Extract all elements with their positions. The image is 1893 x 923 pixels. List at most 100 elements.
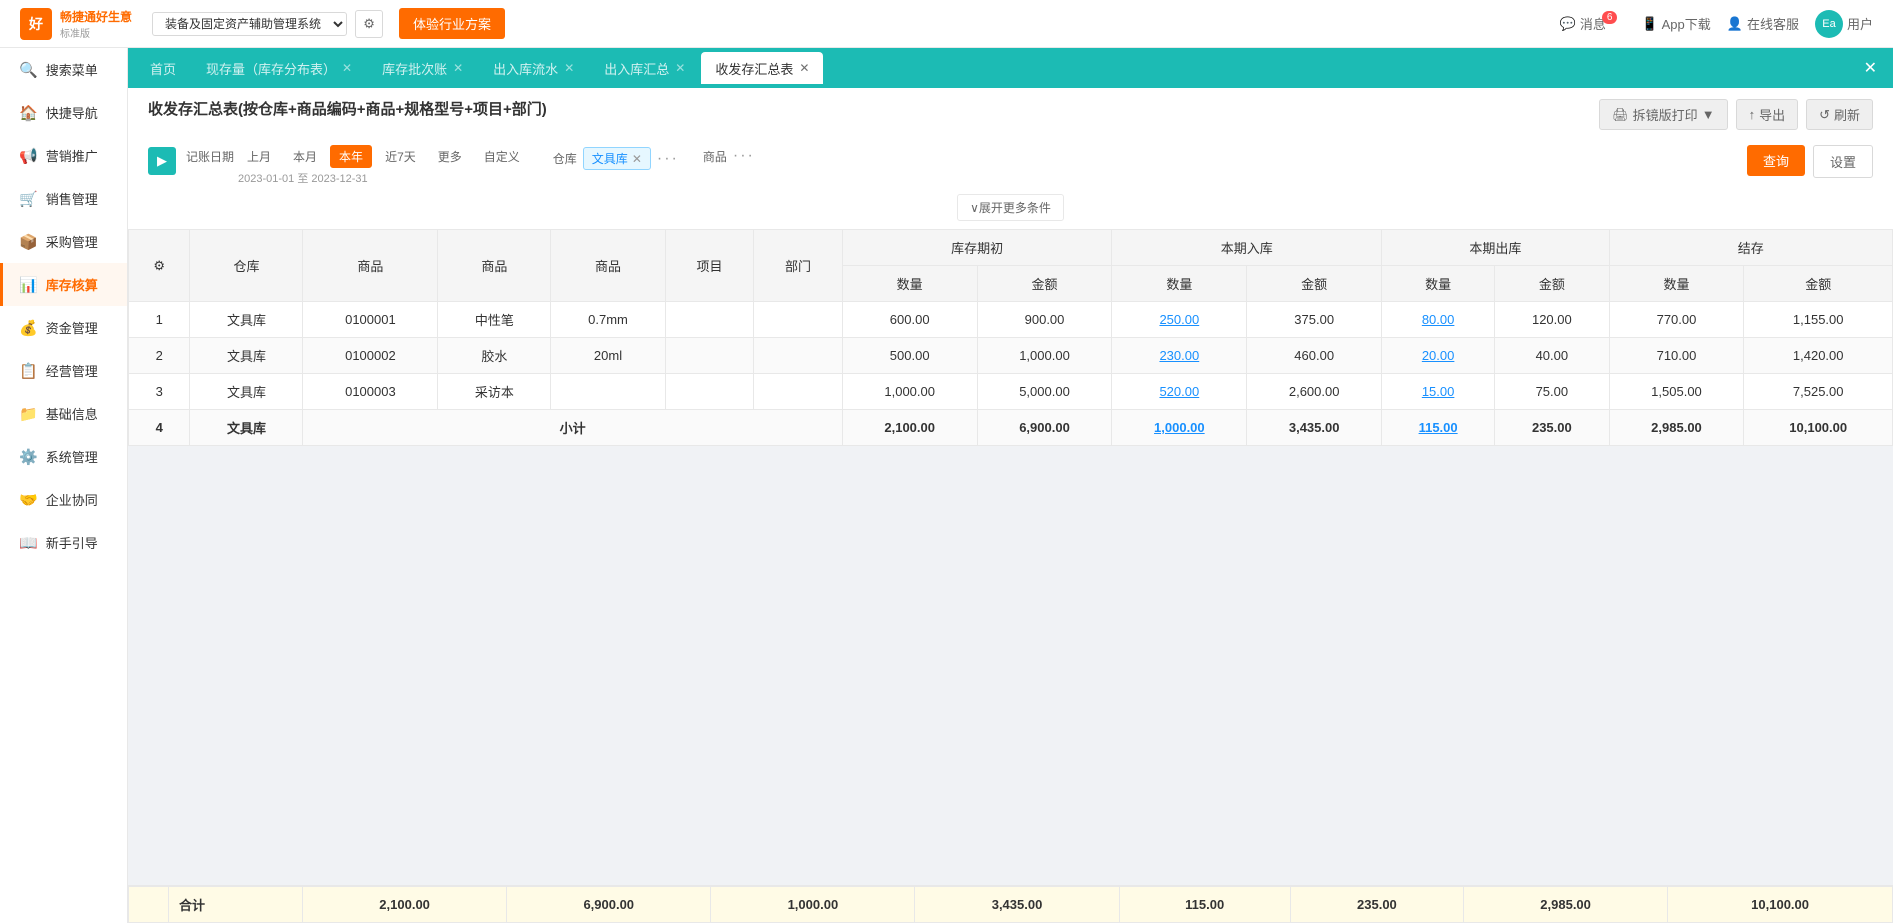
tab-close-1[interactable]: ✕	[342, 61, 352, 75]
date-btn-上月[interactable]: 上月	[238, 145, 280, 168]
online-service-action[interactable]: 👤 在线客服	[1727, 14, 1799, 33]
message-icon: 💬	[1560, 16, 1576, 32]
sidebar-label-system: 系统管理	[46, 447, 98, 466]
sidebar-item-system[interactable]: ⚙️系统管理	[0, 435, 127, 478]
sidebar-icon-marketing: 📢	[19, 147, 38, 165]
date-btn-近7天[interactable]: 近7天	[376, 145, 425, 168]
cell-opening-qty: 500.00	[842, 338, 977, 374]
cell-in-qty[interactable]: 250.00	[1112, 302, 1247, 338]
cell-in-qty[interactable]: 230.00	[1112, 338, 1247, 374]
sidebar-label-marketing: 营销推广	[46, 146, 98, 165]
sidebar-items-container: 🔍搜索菜单🏠快捷导航 📢 营销推广 🛒销售管理📦采购管理📊库存核算💰资金管理📋经营管理…	[0, 48, 127, 564]
subtotal-warehouse: 文具库	[190, 410, 303, 446]
user-avatar: Ea	[1815, 10, 1843, 38]
tab-close-2[interactable]: ✕	[453, 61, 463, 75]
refresh-button[interactable]: ↺ 刷新	[1806, 99, 1873, 130]
th-settings[interactable]: ⚙	[129, 230, 190, 302]
online-service-label: 在线客服	[1747, 14, 1799, 33]
cell-out-qty[interactable]: 20.00	[1382, 338, 1495, 374]
tab-close-5[interactable]: ✕	[799, 61, 809, 75]
subtotal-out-qty[interactable]: 115.00	[1382, 410, 1495, 446]
warehouse-more-dots[interactable]: ···	[657, 150, 679, 168]
expand-conditions-btn[interactable]: ∨ 展开更多条件	[957, 194, 1064, 221]
sidebar-label-purchase: 采购管理	[46, 232, 98, 251]
cell-opening-amt: 1,000.00	[977, 338, 1112, 374]
tab-close-3[interactable]: ✕	[564, 61, 574, 75]
header-right: 💬 消息 6 📱 App下载 👤 在线客服 Ea 用户	[1560, 10, 1873, 38]
tab-bar-close[interactable]: ✕	[1856, 54, 1885, 82]
cell-opening-qty: 1,000.00	[842, 374, 977, 410]
user-action[interactable]: Ea 用户	[1815, 10, 1873, 38]
cell-opening-amt: 900.00	[977, 302, 1112, 338]
tab-5[interactable]: 收发存汇总表 ✕	[701, 52, 823, 84]
date-btn-本月[interactable]: 本月	[284, 145, 326, 168]
total-in-amt: 3,435.00	[915, 887, 1119, 923]
cell-out-qty[interactable]: 15.00	[1382, 374, 1495, 410]
table-wrapper: ⚙ 仓库 商品 商品 商品 项目 部门 库存期初 本期入库 本期出库 结存	[128, 229, 1893, 885]
sidebar-item-basic[interactable]: 📁基础信息	[0, 392, 127, 435]
phone-icon: 📱	[1641, 16, 1657, 32]
th-period-out: 本期出库	[1382, 230, 1609, 266]
th-period-opening: 库存期初	[842, 230, 1112, 266]
table-head: ⚙ 仓库 商品 商品 商品 项目 部门 库存期初 本期入库 本期出库 结存	[129, 230, 1893, 302]
tab-label-5: 收发存汇总表	[715, 59, 793, 78]
sidebar-item-inventory[interactable]: 📊库存核算	[0, 263, 127, 306]
tab-close-4[interactable]: ✕	[675, 61, 685, 75]
subtotal-in-qty[interactable]: 1,000.00	[1112, 410, 1247, 446]
sidebar-item-marketing[interactable]: 📢 营销推广	[0, 134, 127, 177]
cell-in-qty[interactable]: 520.00	[1112, 374, 1247, 410]
cell-project	[665, 338, 754, 374]
tab-0[interactable]: 首页	[136, 52, 190, 84]
sidebar-item-enterprise[interactable]: 🤝企业协同	[0, 478, 127, 521]
cell-closing-amt: 7,525.00	[1744, 374, 1893, 410]
tab-4[interactable]: 出入库汇总 ✕	[590, 52, 699, 84]
expand-label: 展开更多条件	[979, 199, 1051, 216]
data-table: ⚙ 仓库 商品 商品 商品 项目 部门 库存期初 本期入库 本期出库 结存	[128, 229, 1893, 446]
date-btn-自定义[interactable]: 自定义	[475, 145, 529, 168]
subtotal-no: 4	[129, 410, 190, 446]
table-row: 3 文具库 0100003 采访本 1,000.00 5,000.00 520.…	[129, 374, 1893, 410]
tab-2[interactable]: 库存批次账✕	[368, 52, 477, 84]
sidebar-item-finance[interactable]: 💰资金管理	[0, 306, 127, 349]
warehouse-tag[interactable]: 文具库 ✕	[583, 147, 651, 170]
subtotal-label: 小计	[303, 410, 842, 446]
tab-label-4: 出入库汇总	[604, 59, 669, 78]
cell-in-amt: 460.00	[1247, 338, 1382, 374]
filter-settings-button[interactable]: 设置	[1813, 145, 1873, 178]
refresh-icon: ↺	[1819, 107, 1830, 123]
th-project: 项目	[665, 230, 754, 302]
filter-expand-arrow[interactable]: ▶	[148, 147, 176, 175]
cell-out-qty[interactable]: 80.00	[1382, 302, 1495, 338]
cell-closing-qty: 710.00	[1609, 338, 1744, 374]
tab-3[interactable]: 出入库流水✕	[479, 52, 588, 84]
page-header-section: 收发存汇总表(按仓库+商品编码+商品+规格型号+项目+部门) 🖨 拆镜版打印 ▼…	[128, 88, 1893, 131]
goods-more-dots[interactable]: ···	[733, 147, 755, 165]
warehouse-remove-icon[interactable]: ✕	[632, 152, 642, 166]
date-btn-更多[interactable]: 更多	[429, 145, 471, 168]
warehouse-filter: 仓库 文具库 ✕ ···	[553, 147, 679, 170]
sidebar-icon-enterprise: 🤝	[19, 491, 38, 509]
export-button[interactable]: ↑ 导出	[1736, 99, 1799, 130]
sidebar-item-sales[interactable]: 🛒销售管理	[0, 177, 127, 220]
sidebar-item-purchase[interactable]: 📦采购管理	[0, 220, 127, 263]
cell-out-amt: 40.00	[1495, 338, 1609, 374]
date-btn-本年[interactable]: 本年	[330, 145, 372, 168]
app-download-action[interactable]: 📱 App下载	[1641, 14, 1710, 33]
sidebar-item-guide[interactable]: 📖新手引导	[0, 521, 127, 564]
sidebar-item-search[interactable]: 🔍搜索菜单	[0, 48, 127, 91]
th-out-qty: 数量	[1382, 266, 1495, 302]
sidebar-item-quick-nav[interactable]: 🏠快捷导航	[0, 91, 127, 134]
system-select[interactable]: 装备及固定资产辅助管理系统	[152, 12, 347, 36]
experience-button[interactable]: 体验行业方案	[399, 8, 505, 39]
message-action[interactable]: 💬 消息 6	[1560, 14, 1626, 33]
tab-1[interactable]: 现存量（库存分布表）✕	[192, 52, 366, 84]
print-button[interactable]: 🖨 拆镜版打印 ▼	[1599, 99, 1727, 130]
query-button[interactable]: 查询	[1747, 145, 1805, 176]
th-warehouse: 仓库	[190, 230, 303, 302]
table-row: 1 文具库 0100001 中性笔 0.7mm 600.00 900.00 25…	[129, 302, 1893, 338]
sidebar-item-operations[interactable]: 📋经营管理	[0, 349, 127, 392]
cell-goods-name: 中性笔	[438, 302, 551, 338]
settings-icon[interactable]: ⚙	[355, 10, 383, 38]
sidebar-label-guide: 新手引导	[46, 533, 98, 552]
sidebar-label-sales: 销售管理	[46, 189, 98, 208]
